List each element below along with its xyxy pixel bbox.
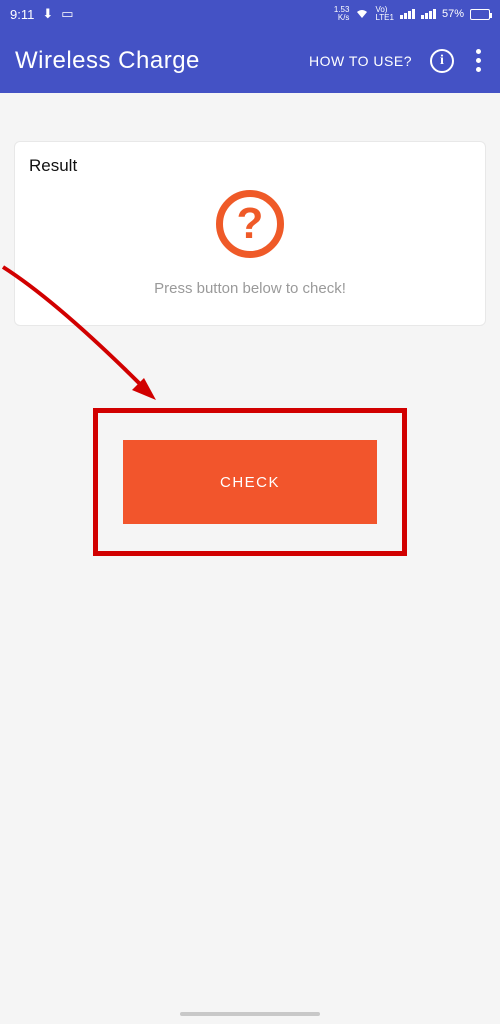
menu-icon[interactable]	[472, 45, 485, 76]
signal-icon	[400, 9, 415, 19]
result-card: Result ? Press button below to check!	[14, 141, 486, 326]
result-label: Result	[29, 156, 471, 176]
question-mark-icon: ?	[216, 190, 284, 258]
download-icon: ⬇	[42, 6, 53, 22]
app-title: Wireless Charge	[15, 47, 200, 75]
app-bar: Wireless Charge HOW TO USE? i	[0, 28, 500, 93]
status-bar: 9:11 ⬇ ▭ 1.53 K/s Vo) LTE1 57%	[0, 0, 500, 28]
check-button[interactable]: CHECK	[123, 440, 377, 524]
info-icon[interactable]: i	[430, 49, 454, 73]
signal-icon-2	[421, 9, 436, 19]
result-message: Press button below to check!	[29, 280, 471, 297]
lte-label: Vo) LTE1	[375, 6, 394, 22]
image-icon: ▭	[61, 6, 73, 22]
home-indicator[interactable]	[180, 1012, 320, 1016]
battery-percent: 57%	[442, 8, 464, 20]
network-speed: 1.53 K/s	[334, 6, 350, 22]
status-time: 9:11	[10, 7, 34, 22]
how-to-use-button[interactable]: HOW TO USE?	[309, 53, 412, 69]
wifi-icon	[355, 7, 369, 21]
battery-icon	[470, 9, 490, 20]
